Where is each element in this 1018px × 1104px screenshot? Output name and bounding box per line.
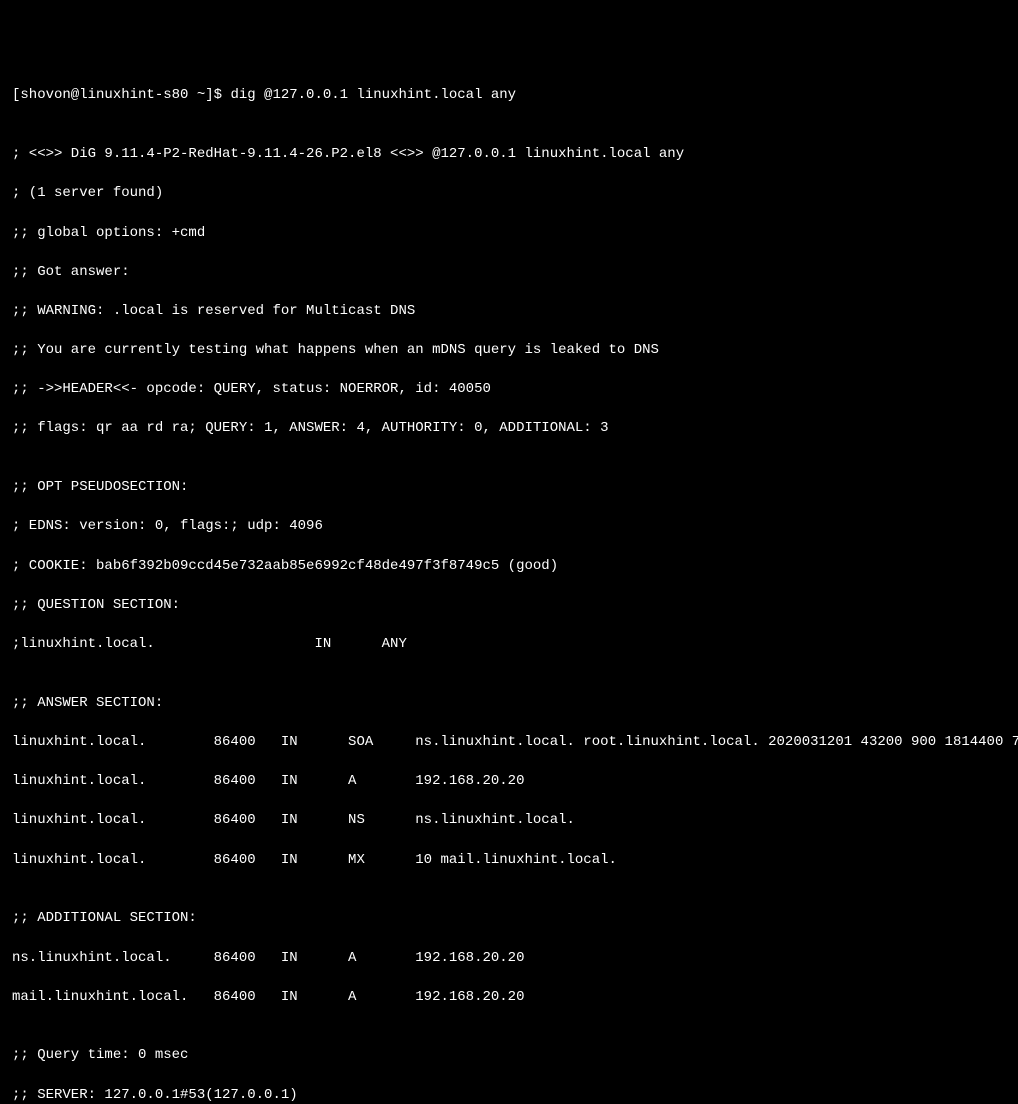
servers-found-line: ; (1 server found) [12,184,1006,204]
got-answer-line: ;; Got answer: [12,263,1006,283]
command-text: dig @127.0.0.1 linuxhint.local any [230,87,516,103]
query-time-line: ;; Query time: 0 msec [12,1046,1006,1066]
warning-leak-line: ;; You are currently testing what happen… [12,341,1006,361]
question-section-title: ;; QUESTION SECTION: [12,596,1006,616]
answer-row-soa: linuxhint.local. 86400 IN SOA ns.linuxhi… [12,733,1006,753]
additional-row-ns: ns.linuxhint.local. 86400 IN A 192.168.2… [12,949,1006,969]
answer-row-a: linuxhint.local. 86400 IN A 192.168.20.2… [12,772,1006,792]
additional-section-title: ;; ADDITIONAL SECTION: [12,909,1006,929]
prompt-line-1[interactable]: [shovon@linuxhint-s80 ~]$ dig @127.0.0.1… [12,86,1006,106]
answer-row-ns: linuxhint.local. 86400 IN NS ns.linuxhin… [12,811,1006,831]
global-options-line: ;; global options: +cmd [12,224,1006,244]
header-info-line: ;; ->>HEADER<<- opcode: QUERY, status: N… [12,380,1006,400]
answer-row-mx: linuxhint.local. 86400 IN MX 10 mail.lin… [12,851,1006,871]
cookie-line: ; COOKIE: bab6f392b09ccd45e732aab85e6992… [12,557,1006,577]
warning-mdns-line: ;; WARNING: .local is reserved for Multi… [12,302,1006,322]
additional-row-mail: mail.linuxhint.local. 86400 IN A 192.168… [12,988,1006,1008]
answer-section-title: ;; ANSWER SECTION: [12,694,1006,714]
question-row: ;linuxhint.local. IN ANY [12,635,1006,655]
edns-line: ; EDNS: version: 0, flags:; udp: 4096 [12,517,1006,537]
server-line: ;; SERVER: 127.0.0.1#53(127.0.0.1) [12,1086,1006,1104]
opt-pseudosection-title: ;; OPT PSEUDOSECTION: [12,478,1006,498]
flags-line: ;; flags: qr aa rd ra; QUERY: 1, ANSWER:… [12,419,1006,439]
prompt-prefix: [shovon@linuxhint-s80 ~]$ [12,87,230,103]
dig-version-line: ; <<>> DiG 9.11.4-P2-RedHat-9.11.4-26.P2… [12,145,1006,165]
